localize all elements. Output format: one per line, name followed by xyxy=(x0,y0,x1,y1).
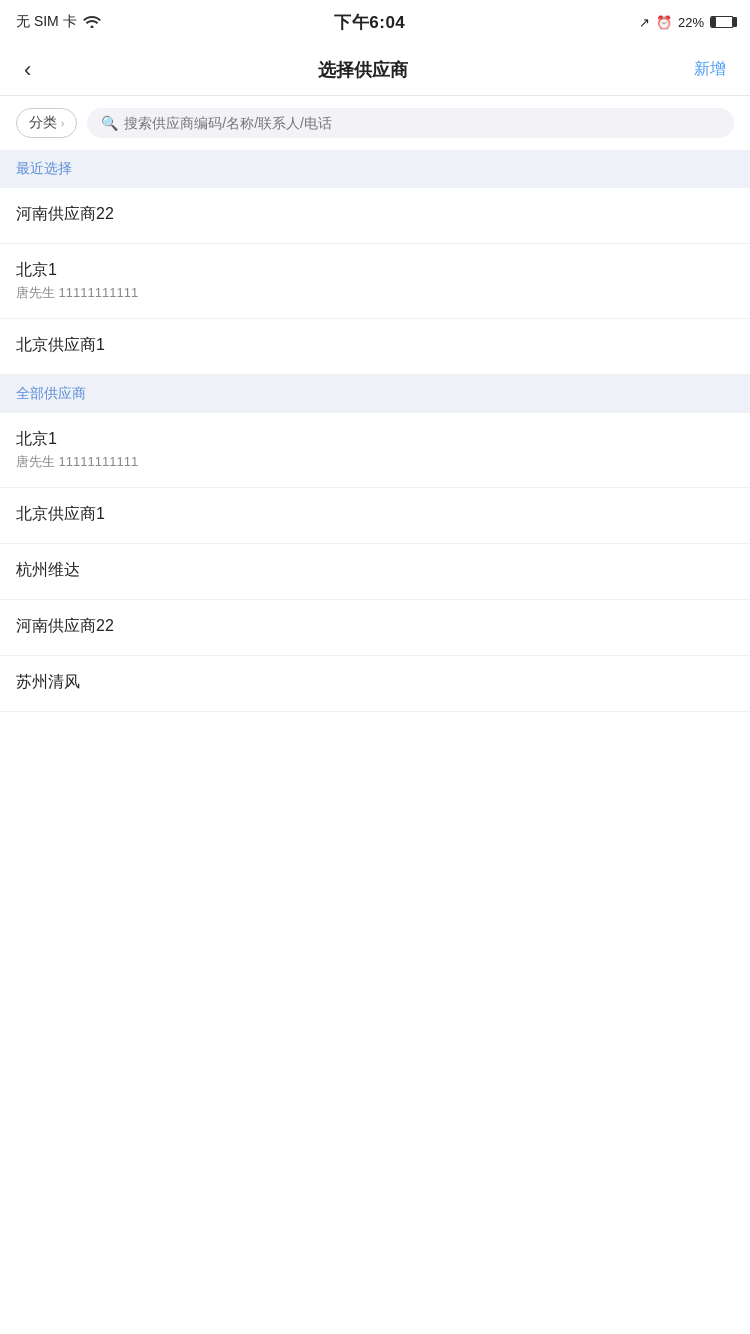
supplier-name: 河南供应商22 xyxy=(16,204,734,225)
category-label: 分类 xyxy=(29,114,57,132)
list-item[interactable]: 北京1 唐先生 11111111111 xyxy=(0,244,750,319)
filter-bar: 分类 › 🔍 xyxy=(0,96,750,150)
supplier-contact: 唐先生 11111111111 xyxy=(16,453,734,471)
list-item[interactable]: 北京供应商1 xyxy=(0,319,750,375)
supplier-name: 北京1 xyxy=(16,260,734,281)
nav-bar: ‹ 选择供应商 新增 xyxy=(0,44,750,96)
battery-icon xyxy=(710,16,734,28)
section-header-all: 全部供应商 xyxy=(0,375,750,413)
status-right: ↗ ⏰ 22% xyxy=(639,15,734,30)
list-item[interactable]: 北京1 唐先生 11111111111 xyxy=(0,413,750,488)
wifi-icon xyxy=(83,14,101,31)
chevron-right-icon: › xyxy=(61,118,64,129)
category-filter[interactable]: 分类 › xyxy=(16,108,77,138)
list-item[interactable]: 北京供应商1 xyxy=(0,488,750,544)
back-button[interactable]: ‹ xyxy=(16,53,39,87)
supplier-name: 河南供应商22 xyxy=(16,616,734,637)
status-bar: 无 SIM 卡 下午6:04 ↗ ⏰ 22% xyxy=(0,0,750,44)
supplier-name: 杭州维达 xyxy=(16,560,734,581)
list-item[interactable]: 杭州维达 xyxy=(0,544,750,600)
carrier-text: 无 SIM 卡 xyxy=(16,13,77,31)
status-time: 下午6:04 xyxy=(334,11,405,34)
supplier-name: 北京1 xyxy=(16,429,734,450)
search-icon: 🔍 xyxy=(101,115,118,131)
add-button[interactable]: 新增 xyxy=(686,55,734,84)
supplier-name: 北京供应商1 xyxy=(16,504,734,525)
list-item[interactable]: 河南供应商22 xyxy=(0,188,750,244)
supplier-name: 苏州清风 xyxy=(16,672,734,693)
supplier-list: 最近选择河南供应商22 北京1 唐先生 11111111111 北京供应商1 全部供应商… xyxy=(0,150,750,712)
supplier-name: 北京供应商1 xyxy=(16,335,734,356)
location-icon: ↗ xyxy=(639,15,650,30)
alarm-icon: ⏰ xyxy=(656,15,672,30)
search-box[interactable]: 🔍 xyxy=(87,108,734,138)
page-title: 选择供应商 xyxy=(39,58,686,82)
supplier-contact: 唐先生 11111111111 xyxy=(16,284,734,302)
list-item[interactable]: 苏州清风 xyxy=(0,656,750,712)
section-header-recent: 最近选择 xyxy=(0,150,750,188)
list-item[interactable]: 河南供应商22 xyxy=(0,600,750,656)
status-left: 无 SIM 卡 xyxy=(16,13,101,31)
search-input[interactable] xyxy=(124,115,720,131)
battery-text: 22% xyxy=(678,15,704,30)
